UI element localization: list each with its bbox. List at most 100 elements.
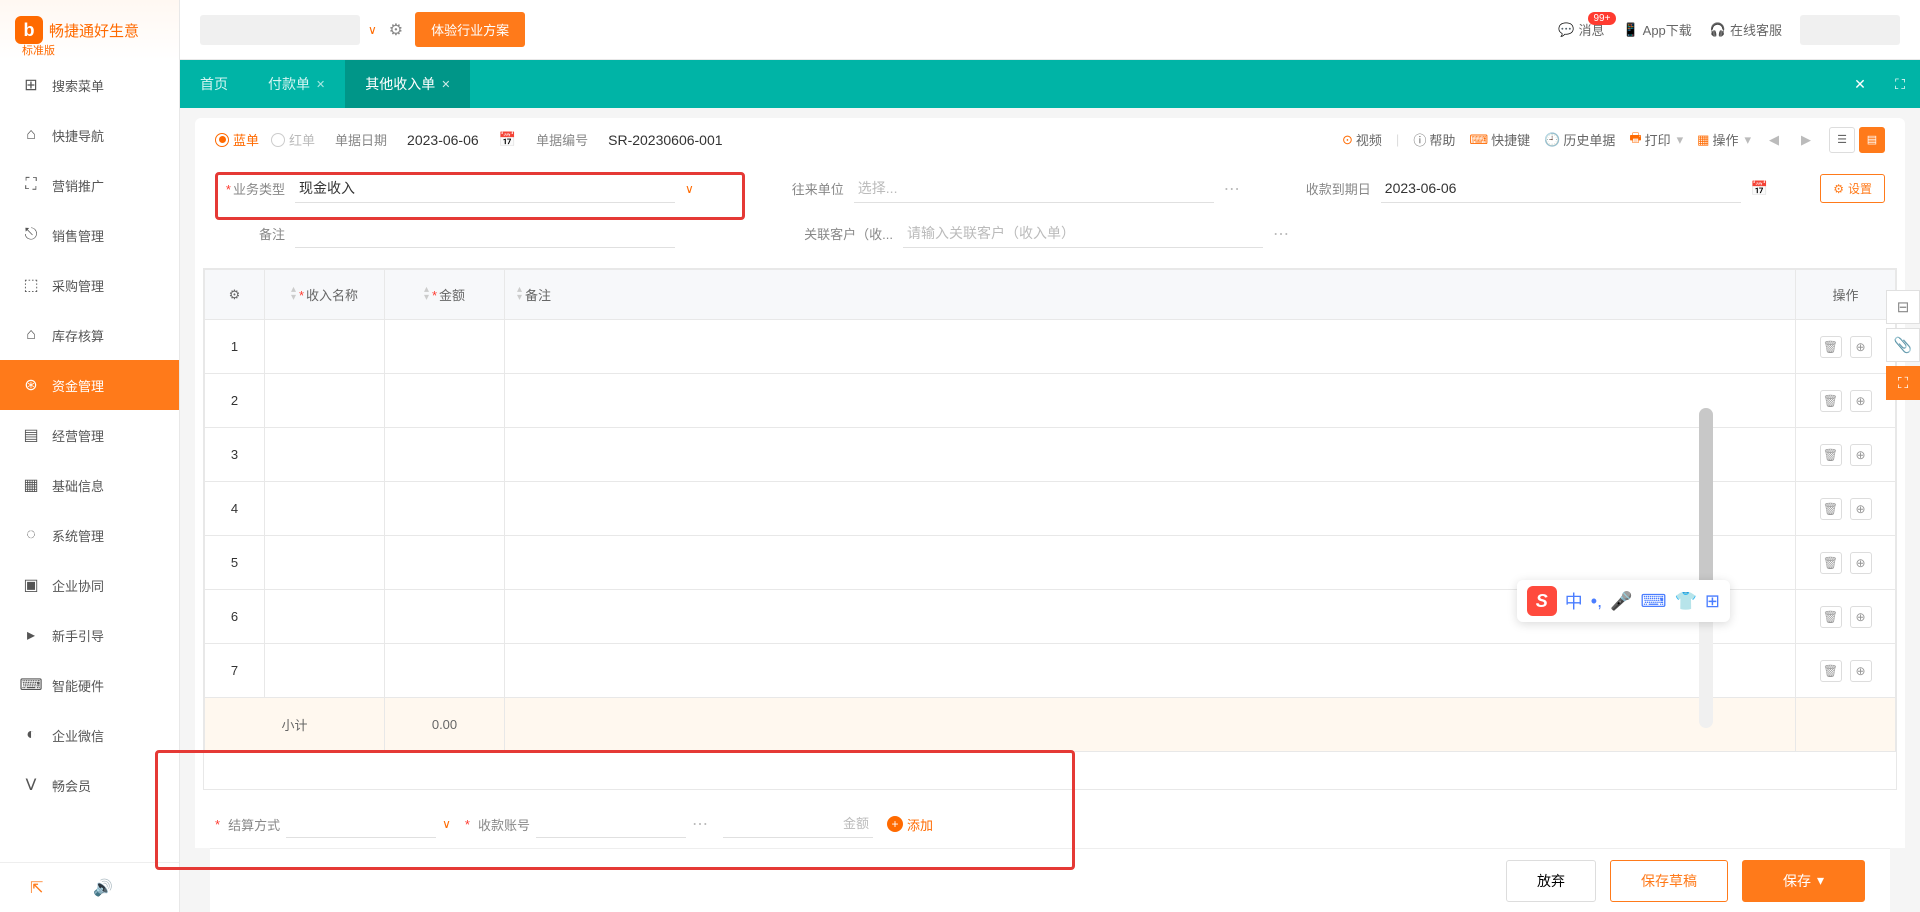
- ime-toolbar[interactable]: S 中 •, 🎤 ⌨ 👕 ⊞: [1517, 580, 1730, 622]
- biz-type-dropdown-icon[interactable]: ∨: [685, 182, 694, 196]
- sidebar-item-4[interactable]: ⬚采购管理: [0, 260, 179, 310]
- sidebar-item-6[interactable]: ⊛资金管理: [0, 360, 179, 410]
- settle-account-input[interactable]: [536, 810, 686, 838]
- ime-toolbox-icon[interactable]: ⊞: [1705, 591, 1720, 612]
- tab-close-icon[interactable]: ✕: [441, 78, 450, 91]
- settle-method-dropdown-icon[interactable]: ∨: [442, 817, 451, 831]
- col-amount[interactable]: ▴▾*金额: [385, 270, 505, 320]
- operate-link[interactable]: ▦操作▾: [1697, 130, 1751, 149]
- delete-row-icon[interactable]: 🗑: [1820, 498, 1842, 520]
- card-view-button[interactable]: ▤: [1859, 127, 1885, 153]
- sidebar-item-3[interactable]: ⎋销售管理: [0, 210, 179, 260]
- table-row[interactable]: 1🗑⊕: [205, 320, 1896, 374]
- company-selector[interactable]: ∨: [200, 15, 377, 45]
- sidebar-item-8[interactable]: ▦基础信息: [0, 460, 179, 510]
- ime-punct-icon[interactable]: •,: [1591, 591, 1602, 612]
- tab-2[interactable]: 其他收入单✕: [345, 60, 470, 108]
- copy-row-icon[interactable]: ⊕: [1850, 390, 1872, 412]
- settle-amount-input[interactable]: [723, 810, 873, 838]
- rel-cust-input[interactable]: [903, 219, 1263, 248]
- ime-lang[interactable]: 中: [1565, 588, 1583, 614]
- copy-row-icon[interactable]: ⊕: [1850, 336, 1872, 358]
- tab-0[interactable]: 首页: [180, 60, 248, 108]
- help-link[interactable]: ⓘ帮助: [1413, 130, 1455, 149]
- sidebar-item-7[interactable]: ▤经营管理: [0, 410, 179, 460]
- prev-doc-icon[interactable]: ◀: [1765, 132, 1783, 148]
- delete-row-icon[interactable]: 🗑: [1820, 552, 1842, 574]
- tab-1[interactable]: 付款单✕: [248, 60, 345, 108]
- copy-row-icon[interactable]: ⊕: [1850, 498, 1872, 520]
- sidebar-item-9[interactable]: ◌系统管理: [0, 510, 179, 560]
- delete-row-icon[interactable]: 🗑: [1820, 660, 1842, 682]
- table-row[interactable]: 7🗑⊕: [205, 644, 1896, 698]
- collapse-icon[interactable]: ⇱: [30, 878, 43, 898]
- app-download-link[interactable]: 📱 App下载: [1622, 20, 1691, 39]
- col-remark[interactable]: ▴▾备注: [505, 270, 1796, 320]
- copy-row-icon[interactable]: ⊕: [1850, 660, 1872, 682]
- expand-icon[interactable]: ⛶: [1886, 366, 1920, 400]
- add-settle-button[interactable]: + 添加: [887, 815, 933, 834]
- user-avatar-placeholder[interactable]: [1800, 15, 1900, 45]
- copy-row-icon[interactable]: ⊕: [1850, 552, 1872, 574]
- history-link[interactable]: 🕘历史单据: [1544, 130, 1615, 149]
- tab-fullscreen-icon[interactable]: ⛶: [1880, 60, 1920, 108]
- delete-row-icon[interactable]: 🗑: [1820, 606, 1842, 628]
- table-row[interactable]: 2🗑⊕: [205, 374, 1896, 428]
- red-order-radio[interactable]: 红单: [271, 130, 315, 149]
- next-doc-icon[interactable]: ▶: [1797, 132, 1815, 148]
- list-view-button[interactable]: ☰: [1829, 127, 1855, 153]
- table-gear-header[interactable]: ⚙: [205, 270, 265, 320]
- messages-link[interactable]: 💬 消息 99+: [1558, 20, 1604, 39]
- save-draft-button[interactable]: 保存草稿: [1610, 860, 1728, 902]
- table-scrollbar[interactable]: [1699, 408, 1713, 728]
- save-button[interactable]: 保存▾: [1742, 860, 1865, 902]
- biz-type-input[interactable]: [295, 174, 675, 203]
- sidebar-item-5[interactable]: ⌂库存核算: [0, 310, 179, 360]
- due-date-input[interactable]: [1381, 174, 1741, 203]
- sidebar-item-14[interactable]: Ⅴ畅会员: [0, 760, 179, 810]
- blue-order-radio[interactable]: 蓝单: [215, 130, 259, 149]
- ime-skin-icon[interactable]: 👕: [1674, 591, 1696, 612]
- table-row[interactable]: 4🗑⊕: [205, 482, 1896, 536]
- calendar-icon[interactable]: 📅: [499, 131, 516, 148]
- rel-cust-lookup-icon[interactable]: ⋯: [1273, 224, 1290, 244]
- tab-close-icon[interactable]: ✕: [316, 78, 325, 91]
- tab-close-icon[interactable]: ✕: [1840, 60, 1880, 108]
- party-lookup-icon[interactable]: ⋯: [1224, 179, 1241, 199]
- delete-row-icon[interactable]: 🗑: [1820, 444, 1842, 466]
- delete-row-icon[interactable]: 🗑: [1820, 390, 1842, 412]
- sidebar-item-12[interactable]: ⌨智能硬件: [0, 660, 179, 710]
- doc-date-value[interactable]: 2023-06-06: [407, 132, 479, 148]
- sidebar-item-0[interactable]: ⊞搜索菜单: [0, 60, 179, 110]
- ime-keyboard-icon[interactable]: ⌨: [1641, 591, 1667, 612]
- sidebar-item-11[interactable]: ▸新手引导: [0, 610, 179, 660]
- settle-method-input[interactable]: [286, 810, 436, 838]
- attachment-icon[interactable]: 📎: [1886, 328, 1920, 362]
- sidebar-item-2[interactable]: ⛶营销推广: [0, 160, 179, 210]
- copy-row-icon[interactable]: ⊕: [1850, 606, 1872, 628]
- sidebar-item-13[interactable]: ◐企业微信: [0, 710, 179, 760]
- sound-icon[interactable]: 🔊: [93, 878, 113, 898]
- collapse-panel-icon[interactable]: ⊟: [1886, 290, 1920, 324]
- online-service-link[interactable]: 🎧 在线客服: [1710, 20, 1782, 39]
- print-link[interactable]: 🖶打印▾: [1629, 129, 1683, 151]
- experience-button[interactable]: 体验行业方案: [415, 12, 525, 47]
- party-input[interactable]: [854, 174, 1214, 203]
- discard-button[interactable]: 放弃: [1506, 860, 1596, 902]
- remark-input[interactable]: [295, 219, 675, 248]
- due-calendar-icon[interactable]: 📅: [1751, 180, 1768, 197]
- video-link[interactable]: ⊙视频: [1342, 130, 1382, 149]
- gear-icon[interactable]: ⚙: [389, 20, 403, 40]
- settle-account-lookup-icon[interactable]: ⋯: [692, 814, 709, 834]
- shortcut-link[interactable]: ⌨快捷键: [1469, 130, 1530, 149]
- nav-icon: ◐: [22, 726, 40, 744]
- sidebar-item-1[interactable]: ⌂快捷导航: [0, 110, 179, 160]
- settings-button[interactable]: ⚙设置: [1820, 174, 1885, 203]
- message-icon: 💬: [1558, 22, 1574, 38]
- table-row[interactable]: 3🗑⊕: [205, 428, 1896, 482]
- ime-mic-icon[interactable]: 🎤: [1610, 591, 1632, 612]
- sidebar-item-10[interactable]: ▣企业协同: [0, 560, 179, 610]
- col-income-name[interactable]: ▴▾*收入名称: [265, 270, 385, 320]
- delete-row-icon[interactable]: 🗑: [1820, 336, 1842, 358]
- copy-row-icon[interactable]: ⊕: [1850, 444, 1872, 466]
